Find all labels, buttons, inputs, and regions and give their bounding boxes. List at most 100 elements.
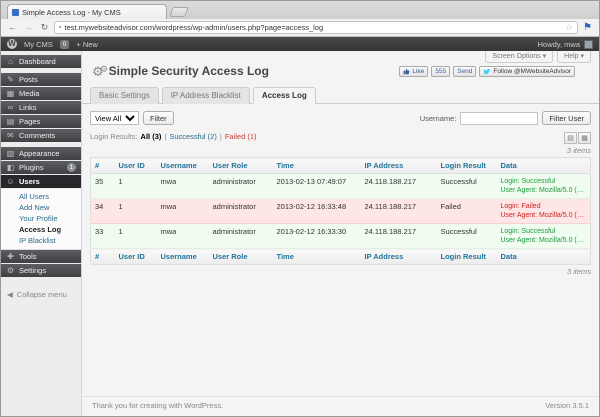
col-header-ip[interactable]: IP Address (360, 157, 437, 174)
table-row[interactable]: 35 1 mwa administrator 2013-02-13 07:49:… (90, 173, 591, 199)
results-filter-successful[interactable]: Successful (2) (169, 132, 217, 141)
col-header-num[interactable]: # (90, 157, 115, 174)
footer-thanks: Thank you for creating with WordPress. (92, 401, 224, 410)
results-filter-all[interactable]: All (3) (141, 132, 162, 141)
cell-username: mwa (156, 223, 209, 249)
wp-admin-bar: W My CMS 0 + New Howdy, mwa (1, 37, 599, 51)
tab-access-log[interactable]: Access Log (252, 87, 316, 104)
bookmark-star-icon[interactable]: ☆ (565, 22, 573, 33)
reload-button[interactable]: ↻ (38, 21, 51, 34)
col-header-result[interactable]: Login Result (436, 157, 497, 174)
sidebar-item-posts[interactable]: ✎ Posts (1, 73, 81, 86)
social-buttons: Like 555 Send Follow @MWebsiteAdvisor (399, 65, 575, 77)
thumbs-up-icon (404, 68, 410, 74)
users-submenu: All Users Add New Your Profile Access Lo… (1, 189, 81, 250)
browser-tab[interactable]: Simple Access Log - My CMS (7, 4, 167, 19)
data-login-line: Login: Successful (500, 178, 556, 185)
users-icon: ☺ (6, 177, 15, 186)
sidebar-item-tools[interactable]: ✚ Tools (1, 250, 81, 263)
view-filter-select[interactable]: View All (90, 111, 139, 125)
col-header-user-id[interactable]: User ID (114, 157, 157, 174)
new-tab-button[interactable] (169, 7, 189, 17)
tab-ip-address-blacklist[interactable]: IP Address Blacklist (161, 87, 250, 104)
admin-bar-howdy[interactable]: Howdy, mwa (538, 40, 580, 49)
sidebar-item-label: Plugins (19, 163, 44, 172)
links-icon: ∞ (7, 103, 14, 112)
col-header-username[interactable]: Username (156, 157, 209, 174)
user-avatar (584, 39, 593, 49)
username-filter-input[interactable] (460, 111, 539, 125)
table-row[interactable]: 34 1 mwa administrator 2013-02-12 16:33:… (90, 198, 591, 224)
like-label: Like (412, 67, 425, 75)
submenu-item-your-profile[interactable]: Your Profile (1, 213, 81, 224)
sidebar-item-dashboard[interactable]: ⌂ Dashboard (1, 55, 81, 68)
back-button[interactable]: ← (6, 21, 19, 34)
cell-username: mwa (156, 198, 209, 224)
sidebar-item-appearance[interactable]: ▧ Appearance (1, 147, 81, 160)
data-useragent-line: User Agent: Mozilla/5.0 (Windows NT 6... (500, 187, 587, 194)
address-bar[interactable]: ▪ test.mywebsiteadvisor.com/wordpress/wp… (54, 21, 579, 34)
col-header-time[interactable]: Time (272, 157, 361, 174)
sidebar-item-links[interactable]: ∞ Links (1, 101, 81, 114)
admin-sidebar: ⌂ Dashboard ✎ Posts ▦ Media ∞ Links ▤ Pa… (1, 51, 82, 416)
col-footer-ip: IP Address (360, 248, 437, 265)
sidebar-item-label: Users (19, 177, 40, 186)
excerpt-view-toggle-icon[interactable]: ▦ (578, 132, 591, 144)
col-header-data[interactable]: Data (496, 157, 591, 174)
cell-user-role: administrator (208, 223, 273, 249)
username-label: Username: (419, 113, 457, 123)
help-toggle[interactable]: Help ▾ (557, 51, 591, 63)
facebook-send-button[interactable]: Send (453, 65, 477, 77)
sidebar-separator (1, 278, 81, 282)
submenu-item-add-new[interactable]: Add New (1, 202, 81, 213)
table-row[interactable]: 33 1 mwa administrator 2013-02-12 16:33:… (90, 223, 591, 249)
sidebar-item-label: Pages (19, 117, 41, 126)
submenu-item-ip-blacklist[interactable]: IP Blacklist (1, 235, 81, 246)
extension-flag-icon[interactable]: ⚑ (581, 22, 594, 33)
cell-result: Failed (436, 198, 497, 224)
sidebar-item-comments[interactable]: ✉ Comments (1, 129, 81, 142)
admin-bar-site-name[interactable]: My CMS (24, 40, 53, 49)
collapse-menu-button[interactable]: ◀ Collapse menu (1, 290, 81, 299)
sidebar-item-label: Settings (19, 266, 47, 275)
wordpress-logo-icon[interactable]: W (7, 39, 17, 49)
col-footer-data: Data (496, 248, 591, 265)
results-separator: | (164, 132, 167, 141)
settings-tabs: Basic Settings IP Address Blacklist Acce… (82, 86, 599, 104)
help-label: Help (564, 53, 579, 60)
screen-options-toggle[interactable]: Screen Options ▾ (485, 51, 554, 63)
cell-num: 34 (90, 198, 115, 224)
sidebar-item-pages[interactable]: ▤ Pages (1, 115, 81, 128)
items-count-bottom: 3 items (566, 267, 591, 276)
tools-icon: ✚ (7, 252, 14, 261)
plugins-icon: ◧ (6, 163, 15, 172)
cell-user-id: 1 (114, 223, 157, 249)
forward-button[interactable]: → (22, 21, 35, 34)
comments-icon: ✉ (7, 131, 14, 140)
submenu-item-access-log[interactable]: Access Log (1, 224, 81, 235)
sidebar-item-label: Appearance (19, 149, 60, 158)
main-content: Screen Options ▾ Help ▾ ⚙ ⚙ Simple Securi… (82, 51, 599, 416)
tab-basic-settings[interactable]: Basic Settings (90, 87, 159, 104)
list-view-toggle-icon[interactable]: ▤ (564, 132, 577, 144)
filter-button[interactable]: Filter (143, 111, 174, 125)
data-login-line: Login: Successful (500, 228, 556, 235)
sidebar-item-settings[interactable]: ⚙ Settings (1, 264, 81, 277)
facebook-like-button[interactable]: Like (399, 65, 429, 77)
col-header-user-role[interactable]: User Role (208, 157, 273, 174)
admin-bar-comments-bubble[interactable]: 0 (59, 39, 70, 49)
sidebar-item-media[interactable]: ▦ Media (1, 87, 81, 100)
cell-user-id: 1 (114, 198, 157, 224)
filter-user-button[interactable]: Filter User (542, 111, 591, 125)
sidebar-item-label: Comments (19, 131, 56, 140)
results-filter-failed[interactable]: Failed (1) (225, 132, 257, 141)
twitter-follow-button[interactable]: Follow @MWebsiteAdvisor (479, 65, 575, 77)
browser-tab-strip: Simple Access Log - My CMS (1, 1, 599, 19)
cell-result: Successful (436, 223, 497, 249)
submenu-item-all-users[interactable]: All Users (1, 191, 81, 202)
sidebar-item-users[interactable]: ☺ Users (1, 175, 81, 188)
access-log-table: # User ID Username User Role Time IP Add… (90, 157, 591, 265)
admin-bar-new-button[interactable]: + New (76, 40, 97, 49)
sidebar-item-plugins[interactable]: ◧ Plugins 1 (1, 161, 81, 174)
sidebar-item-label: Media (19, 89, 40, 98)
